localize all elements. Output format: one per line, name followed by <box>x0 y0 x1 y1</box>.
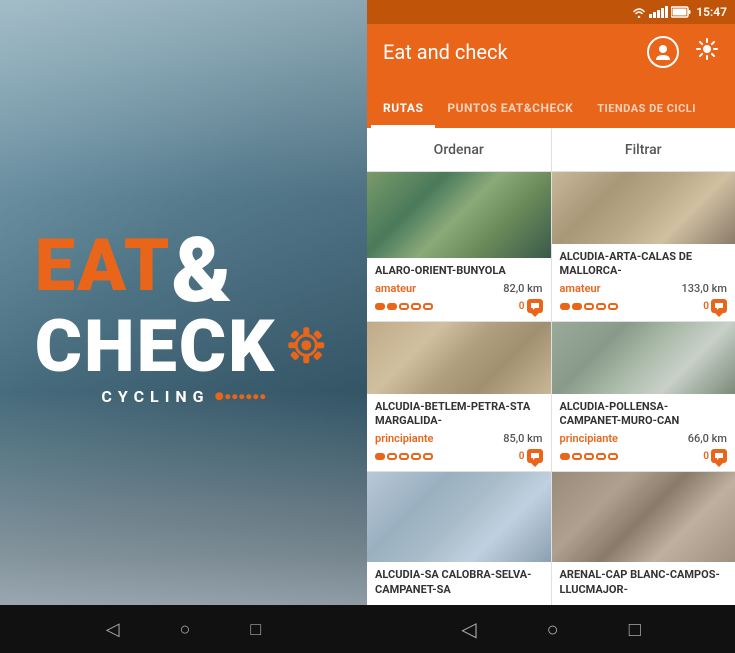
cycling-dot-2 <box>226 394 231 399</box>
route-name-4: ALCUDIA-POLLENSA-CAMPANET-MURO-CAN <box>560 400 728 429</box>
recent-button-left[interactable]: □ <box>250 619 261 640</box>
comment-bubble-2 <box>711 299 727 313</box>
user-profile-button[interactable] <box>647 36 679 68</box>
route-info-6: ARENAL-CAP BLANC-CAMPOS-LLUCMAJOR- <box>552 562 735 605</box>
android-nav-right: ◁ ○ □ <box>367 605 735 653</box>
route-meta-3: principiante 85,0 km <box>375 432 543 445</box>
home-button-left[interactable]: ○ <box>180 619 191 640</box>
route-level-1: amateur <box>375 282 416 295</box>
back-button-left[interactable]: ◁ <box>106 619 120 640</box>
cycling-dot-5 <box>247 394 252 399</box>
tab-puntos[interactable]: PUNTOS EAT&CHECK <box>435 89 585 128</box>
left-panel: EAT & CHECK CYCLING <box>0 0 367 653</box>
route-level-3: principiante <box>375 432 433 445</box>
route-km-3: 85,0 km <box>503 432 542 445</box>
comment-bubble-3 <box>527 449 543 463</box>
route-level-4: principiante <box>560 432 618 445</box>
route-card-1[interactable]: ALARO-ORIENT-BUNYOLA amateur 82,0 km 0 <box>367 172 551 321</box>
route-level-2: amateur <box>560 282 601 295</box>
app-bar-title: Eat and check <box>383 40 639 64</box>
logo-container: EAT & CHECK CYCLING <box>35 230 332 406</box>
comment-bubble-1 <box>527 299 543 313</box>
route-km-4: 66,0 km <box>688 432 727 445</box>
route-info-4: ALCUDIA-POLLENSA-CAMPANET-MURO-CAN princ… <box>552 394 735 472</box>
route-info-3: ALCUDIA-BETLEM-PETRA-STA MARGALIDA- prin… <box>367 394 551 472</box>
route-name-1: ALARO-ORIENT-BUNYOLA <box>375 264 543 278</box>
wifi-icon <box>632 6 646 18</box>
route-image-1 <box>367 172 551 258</box>
route-info-2: ALCUDIA-ARTA-CALAS DE MALLORCA- amateur … <box>552 244 735 322</box>
route-name-6: ARENAL-CAP BLANC-CAMPOS-LLUCMAJOR- <box>560 568 728 597</box>
back-button[interactable]: ◁ <box>461 617 476 641</box>
sun-icon <box>695 37 719 61</box>
status-icons: 15:47 <box>632 5 727 19</box>
gear-icon <box>280 319 332 371</box>
route-name-3: ALCUDIA-BETLEM-PETRA-STA MARGALIDA- <box>375 400 543 429</box>
route-km-1: 82,0 km <box>503 282 542 295</box>
user-icon <box>654 43 672 61</box>
sort-button[interactable]: Ordenar <box>367 128 552 171</box>
route-info-5: ALCUDIA-SA CALOBRA-SELVA-CAMPANET-SA <box>367 562 551 605</box>
battery-icon <box>671 6 691 18</box>
route-image-3 <box>367 322 551 394</box>
comment-bubble-4 <box>711 449 727 463</box>
route-image-5 <box>367 472 551 562</box>
route-meta-2: amateur 133,0 km <box>560 282 728 295</box>
logo-cycling: CYCLING <box>35 387 332 406</box>
logo-eat: EAT <box>35 230 172 302</box>
route-footer-3: 0 <box>375 449 543 467</box>
right-panel: 15:47 Eat and check <box>367 0 735 653</box>
route-image-6 <box>552 472 735 562</box>
cycling-dot-3 <box>233 394 238 399</box>
cycling-dot-6 <box>254 394 259 399</box>
chain-icon-3 <box>375 453 433 460</box>
route-info-1: ALARO-ORIENT-BUNYOLA amateur 82,0 km 0 <box>367 258 551 321</box>
comment-badge-3: 0 <box>519 449 543 463</box>
route-card-5[interactable]: ALCUDIA-SA CALOBRA-SELVA-CAMPANET-SA <box>367 472 551 605</box>
route-name-2: ALCUDIA-ARTA-CALAS DE MALLORCA- <box>560 250 728 279</box>
comment-badge-2: 0 <box>703 299 727 313</box>
route-image-2 <box>552 172 735 244</box>
chain-icon-4 <box>560 453 618 460</box>
signal-icon <box>649 6 668 18</box>
route-name-5: ALCUDIA-SA CALOBRA-SELVA-CAMPANET-SA <box>375 568 543 597</box>
route-footer-2: 0 <box>560 299 728 317</box>
chain-icon-1 <box>375 303 433 310</box>
comment-badge-1: 0 <box>519 299 543 313</box>
chain-icon-2 <box>560 303 618 310</box>
route-km-2: 133,0 km <box>681 282 727 295</box>
android-nav-left: ◁ ○ □ <box>0 605 367 653</box>
logo-ampersand: & <box>171 230 232 311</box>
logo-check: CHECK <box>35 311 276 383</box>
route-grid: ALARO-ORIENT-BUNYOLA amateur 82,0 km 0 <box>367 172 735 605</box>
route-card-2[interactable]: ALCUDIA-ARTA-CALAS DE MALLORCA- amateur … <box>552 172 735 321</box>
time: 15:47 <box>696 5 727 19</box>
app-bar: Eat and check <box>367 24 735 80</box>
sort-filter-bar: Ordenar Filtrar <box>367 128 735 172</box>
route-footer-1: 0 <box>375 299 543 317</box>
route-meta-4: principiante 66,0 km <box>560 432 728 445</box>
route-meta-1: amateur 82,0 km <box>375 282 543 295</box>
comment-badge-4: 0 <box>703 449 727 463</box>
route-card-6[interactable]: ARENAL-CAP BLANC-CAMPOS-LLUCMAJOR- <box>552 472 735 605</box>
route-footer-4: 0 <box>560 449 728 467</box>
cycling-dot-1 <box>216 392 224 400</box>
tab-rutas[interactable]: RUTAS <box>371 89 435 128</box>
route-image-4 <box>552 322 735 394</box>
filter-button[interactable]: Filtrar <box>552 128 735 171</box>
cycling-dot-4 <box>240 394 245 399</box>
settings-sun-button[interactable] <box>695 37 719 67</box>
recent-button[interactable]: □ <box>629 617 641 642</box>
cycling-dots <box>216 392 266 400</box>
tab-tiendas[interactable]: TIENDAS DE CICLI <box>585 90 708 128</box>
status-bar: 15:47 <box>367 0 735 24</box>
tabs: RUTAS PUNTOS EAT&CHECK TIENDAS DE CICLI <box>367 80 735 128</box>
route-card-3[interactable]: ALCUDIA-BETLEM-PETRA-STA MARGALIDA- prin… <box>367 322 551 471</box>
cycling-dot-7 <box>261 394 266 399</box>
route-card-4[interactable]: ALCUDIA-POLLENSA-CAMPANET-MURO-CAN princ… <box>552 322 735 471</box>
home-button[interactable]: ○ <box>547 617 559 642</box>
